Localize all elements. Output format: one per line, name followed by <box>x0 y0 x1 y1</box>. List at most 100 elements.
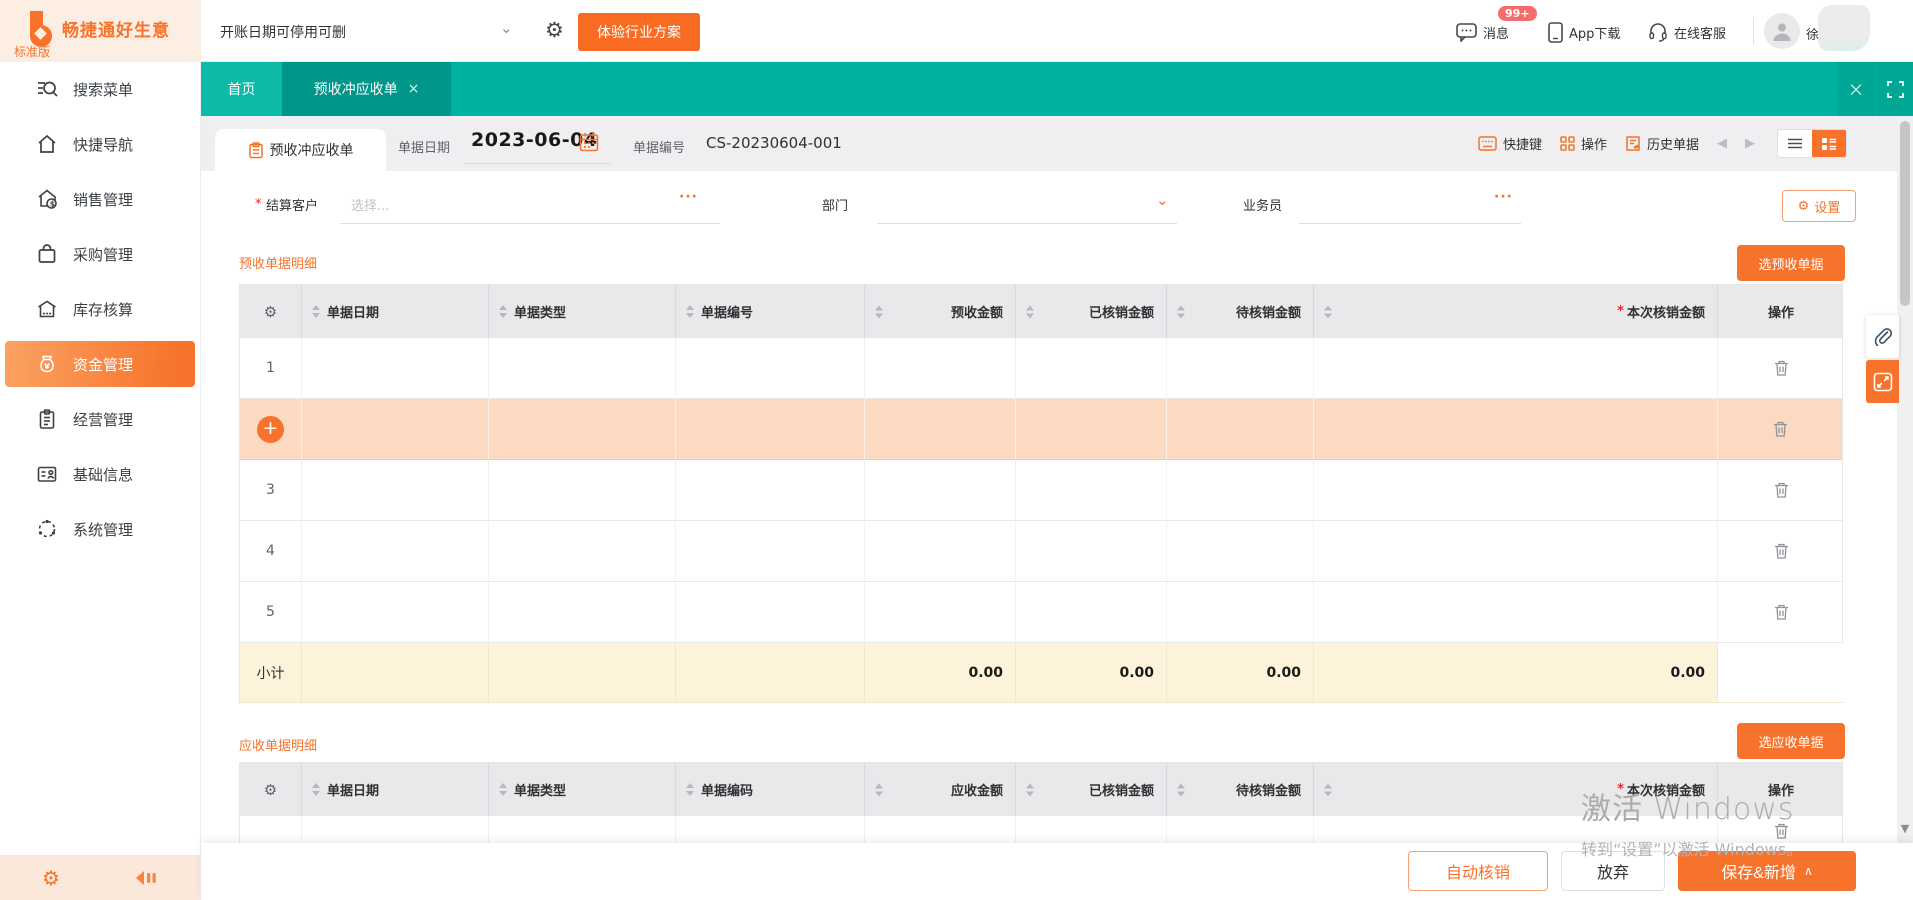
document-title-tab[interactable]: 预收冲应收单 <box>215 129 386 171</box>
receivable-row-1[interactable] <box>240 816 1842 843</box>
expand-panel-button[interactable] <box>1866 360 1899 403</box>
scrollbar-thumb[interactable] <box>1900 121 1910 306</box>
prepay-row-2-active[interactable]: + <box>240 399 1842 460</box>
sidebar-item-search-menu[interactable]: 搜索菜单 <box>0 66 200 112</box>
settings-button[interactable]: ⚙ 设置 <box>1782 190 1856 222</box>
base-info-icon <box>36 463 58 485</box>
sidebar-item-base-info[interactable]: 基础信息 <box>0 451 200 497</box>
user-name-redaction <box>1818 5 1870 51</box>
calendar-icon[interactable] <box>579 132 599 152</box>
list-view-icon <box>1788 138 1802 149</box>
history-documents-button[interactable]: 历史单据 <box>1625 134 1699 153</box>
messages-button[interactable]: 消息 <box>1456 20 1509 44</box>
subtotal-pending: 0.00 <box>1167 643 1314 702</box>
department-chevron-icon[interactable]: ⌄ <box>1156 191 1169 209</box>
prepay-row-1[interactable]: 1 <box>240 338 1842 399</box>
sort-icon[interactable] <box>875 305 883 318</box>
row-number: 3 <box>240 460 302 520</box>
sort-icon[interactable] <box>686 305 694 318</box>
main-area: 首页 预收冲应收单 × × 预收冲应收单 <box>201 62 1913 900</box>
customer-input[interactable]: 选择... <box>351 195 389 214</box>
add-row-button[interactable]: + <box>257 416 284 443</box>
brand-title: 畅捷通好生意 <box>62 16 170 41</box>
save-and-new-button[interactable]: 保存&新增 ∧ <box>1678 851 1856 891</box>
prepay-row-5[interactable]: 5 <box>240 582 1842 643</box>
operations-button[interactable]: 操作 <box>1560 134 1607 153</box>
document-icon <box>248 142 264 159</box>
sort-icon[interactable] <box>499 783 507 796</box>
sort-icon[interactable] <box>312 783 320 796</box>
settings-gear-icon[interactable]: ⚙ <box>42 866 60 890</box>
select-prepay-docs-button[interactable]: 选预收单据 <box>1737 245 1845 281</box>
person-icon <box>1771 20 1793 42</box>
vertical-scrollbar[interactable]: ▼ <box>1897 116 1913 843</box>
online-service-label: 在线客服 <box>1674 23 1726 42</box>
receivable-table: ⚙ 单据日期 单据类型 单据编码 应收金额 已核销金额 待核销金额 *本次核销金… <box>239 762 1843 843</box>
delete-row-icon[interactable] <box>1774 823 1789 839</box>
message-bubble-icon <box>1456 23 1477 42</box>
prepay-row-4[interactable]: 4 <box>240 521 1842 582</box>
purchase-icon <box>36 243 58 265</box>
account-set-select[interactable]: 开账日期可停用可删 <box>220 22 490 42</box>
select-receivable-docs-button[interactable]: 选应收单据 <box>1737 723 1845 759</box>
prev-doc-icon[interactable]: ◀ <box>1717 136 1727 151</box>
sort-icon[interactable] <box>312 305 320 318</box>
fullscreen-button[interactable] <box>1876 62 1913 116</box>
settings-label: 设置 <box>1814 197 1840 216</box>
tab-prepay-writeoff[interactable]: 预收冲应收单 × <box>282 62 451 116</box>
sort-icon[interactable] <box>875 783 883 796</box>
sort-icon[interactable] <box>1026 783 1034 796</box>
col-prepay-amount: 预收金额 <box>865 285 1016 338</box>
delete-row-icon[interactable] <box>1774 604 1789 620</box>
scroll-down-icon[interactable]: ▼ <box>1897 822 1913 835</box>
avatar[interactable] <box>1764 13 1800 49</box>
customer-lookup-icon[interactable]: ··· <box>679 189 698 205</box>
grid-icon <box>1560 136 1575 151</box>
history-doc-icon <box>1625 135 1641 152</box>
close-all-tabs-button[interactable]: × <box>1837 62 1875 116</box>
next-doc-icon[interactable]: ▶ <box>1745 136 1755 151</box>
shortcut-keys-button[interactable]: 快捷键 <box>1478 134 1542 153</box>
sort-icon[interactable] <box>1026 305 1034 318</box>
sidebar-item-inventory[interactable]: 库存核算 <box>0 286 200 332</box>
sort-icon[interactable] <box>1324 783 1332 796</box>
delete-row-icon[interactable] <box>1773 421 1788 437</box>
auto-writeoff-button[interactable]: 自动核销 <box>1408 851 1548 891</box>
delete-row-icon[interactable] <box>1774 482 1789 498</box>
sort-icon[interactable] <box>1177 783 1185 796</box>
delete-row-icon[interactable] <box>1774 360 1789 376</box>
salesman-lookup-icon[interactable]: ··· <box>1494 189 1513 205</box>
detail-view-button[interactable] <box>1812 130 1846 157</box>
attachment-button[interactable] <box>1866 315 1899 358</box>
tab-close-icon[interactable]: × <box>408 81 420 97</box>
sort-icon[interactable] <box>1177 305 1185 318</box>
sidebar: 搜索菜单 快捷导航 $ 销售管理 采购管理 <box>0 62 201 900</box>
sidebar-item-business[interactable]: 经营管理 <box>0 396 200 442</box>
col-doc-code: 单据编码 <box>676 763 865 816</box>
discard-button[interactable]: 放弃 <box>1561 851 1665 891</box>
sidebar-item-quick-nav[interactable]: 快捷导航 <box>0 121 200 167</box>
prepay-row-3[interactable]: 3 <box>240 460 1842 521</box>
delete-row-icon[interactable] <box>1774 543 1789 559</box>
sidebar-bottom-bar: ⚙ <box>0 855 200 900</box>
footer-bar: 自动核销 放弃 保存&新增 ∧ <box>201 843 1913 900</box>
app-download-button[interactable]: App下载 <box>1548 20 1620 44</box>
chevron-down-icon[interactable]: ⌄ <box>500 19 513 37</box>
tab-home[interactable]: 首页 <box>201 62 282 116</box>
sidebar-item-funds[interactable]: 资金管理 <box>5 341 195 387</box>
document-title: 预收冲应收单 <box>270 140 354 160</box>
collapse-sidebar-icon[interactable] <box>134 869 158 887</box>
sidebar-item-purchase[interactable]: 采购管理 <box>0 231 200 277</box>
sidebar-item-sales[interactable]: $ 销售管理 <box>0 176 200 222</box>
sort-icon[interactable] <box>1324 305 1332 318</box>
sidebar-item-system[interactable]: 系统管理 <box>0 506 200 552</box>
trial-solution-button[interactable]: 体验行业方案 <box>578 13 700 51</box>
col-receivable-amount: 应收金额 <box>865 763 1016 816</box>
sort-icon[interactable] <box>499 305 507 318</box>
sort-icon[interactable] <box>686 783 694 796</box>
column-settings-gear-icon[interactable]: ⚙ <box>240 285 302 338</box>
list-view-button[interactable] <box>1778 130 1812 157</box>
column-settings-gear-icon[interactable]: ⚙ <box>240 763 302 816</box>
gear-icon[interactable]: ⚙ <box>545 18 564 42</box>
online-service-button[interactable]: 在线客服 <box>1648 20 1726 44</box>
